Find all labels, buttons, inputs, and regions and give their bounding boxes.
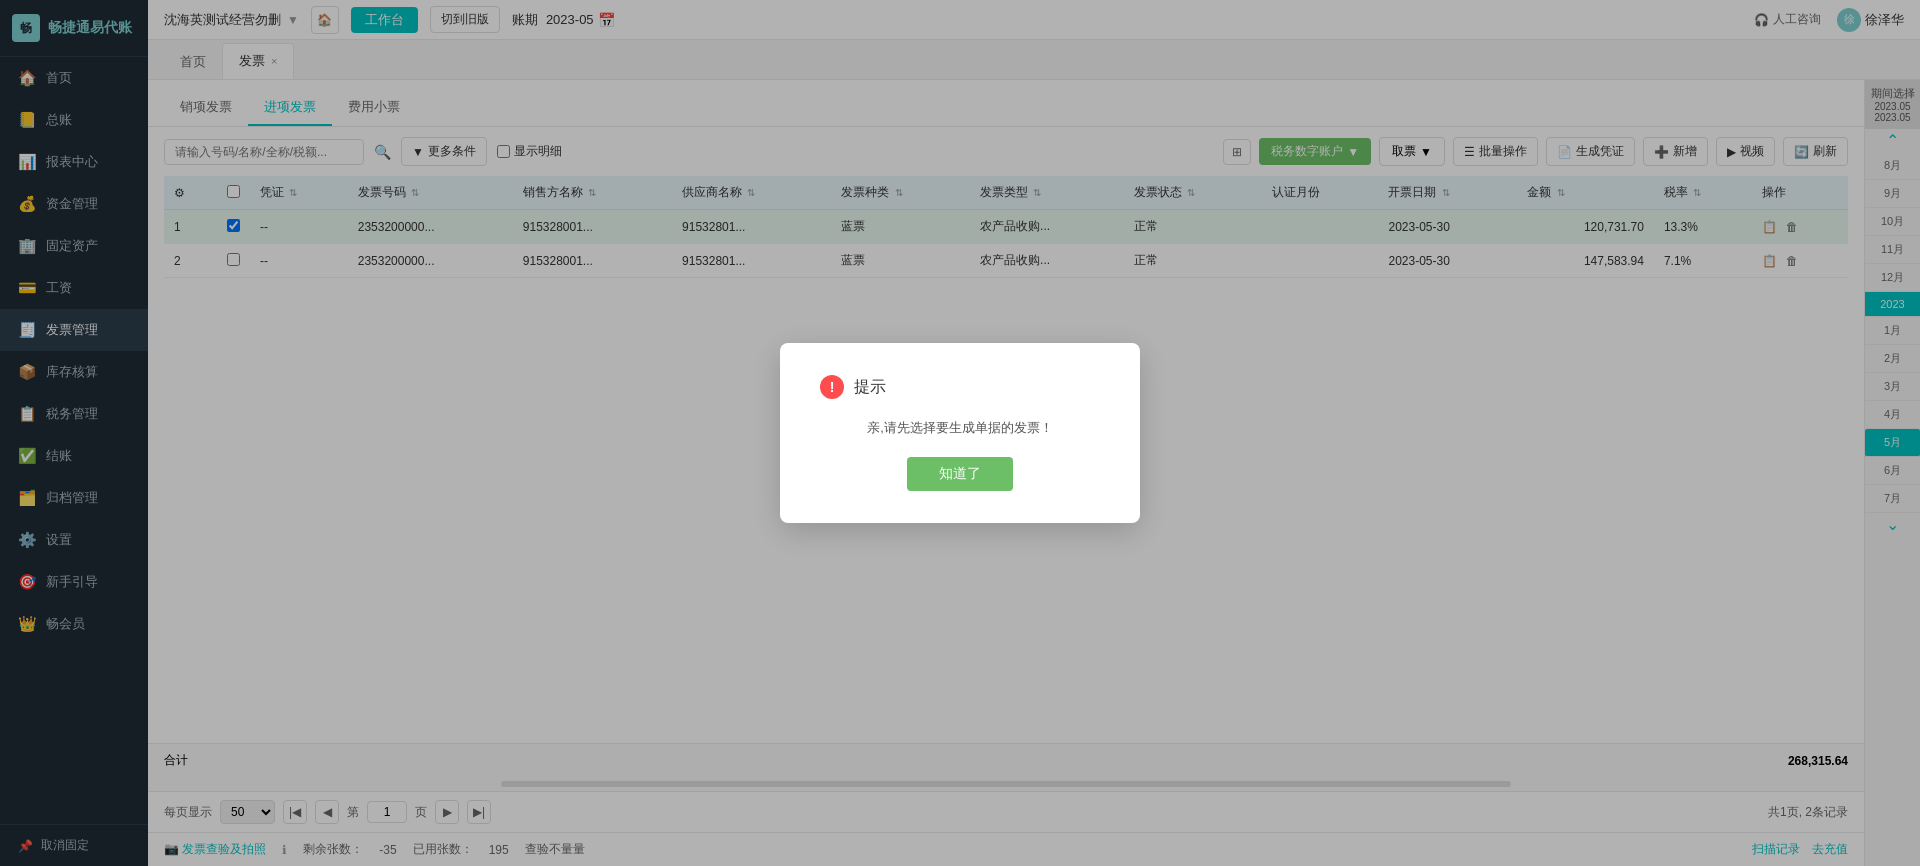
- modal-message: 亲,请先选择要生成单据的发票！: [867, 419, 1053, 437]
- modal-dialog: ! 提示 亲,请先选择要生成单据的发票！ 知道了: [780, 343, 1140, 523]
- modal-overlay: ! 提示 亲,请先选择要生成单据的发票！ 知道了: [0, 0, 1920, 866]
- modal-warning-icon: !: [820, 375, 844, 399]
- modal-title: 提示: [854, 377, 886, 398]
- modal-confirm-button[interactable]: 知道了: [907, 457, 1013, 491]
- modal-header: ! 提示: [820, 375, 886, 399]
